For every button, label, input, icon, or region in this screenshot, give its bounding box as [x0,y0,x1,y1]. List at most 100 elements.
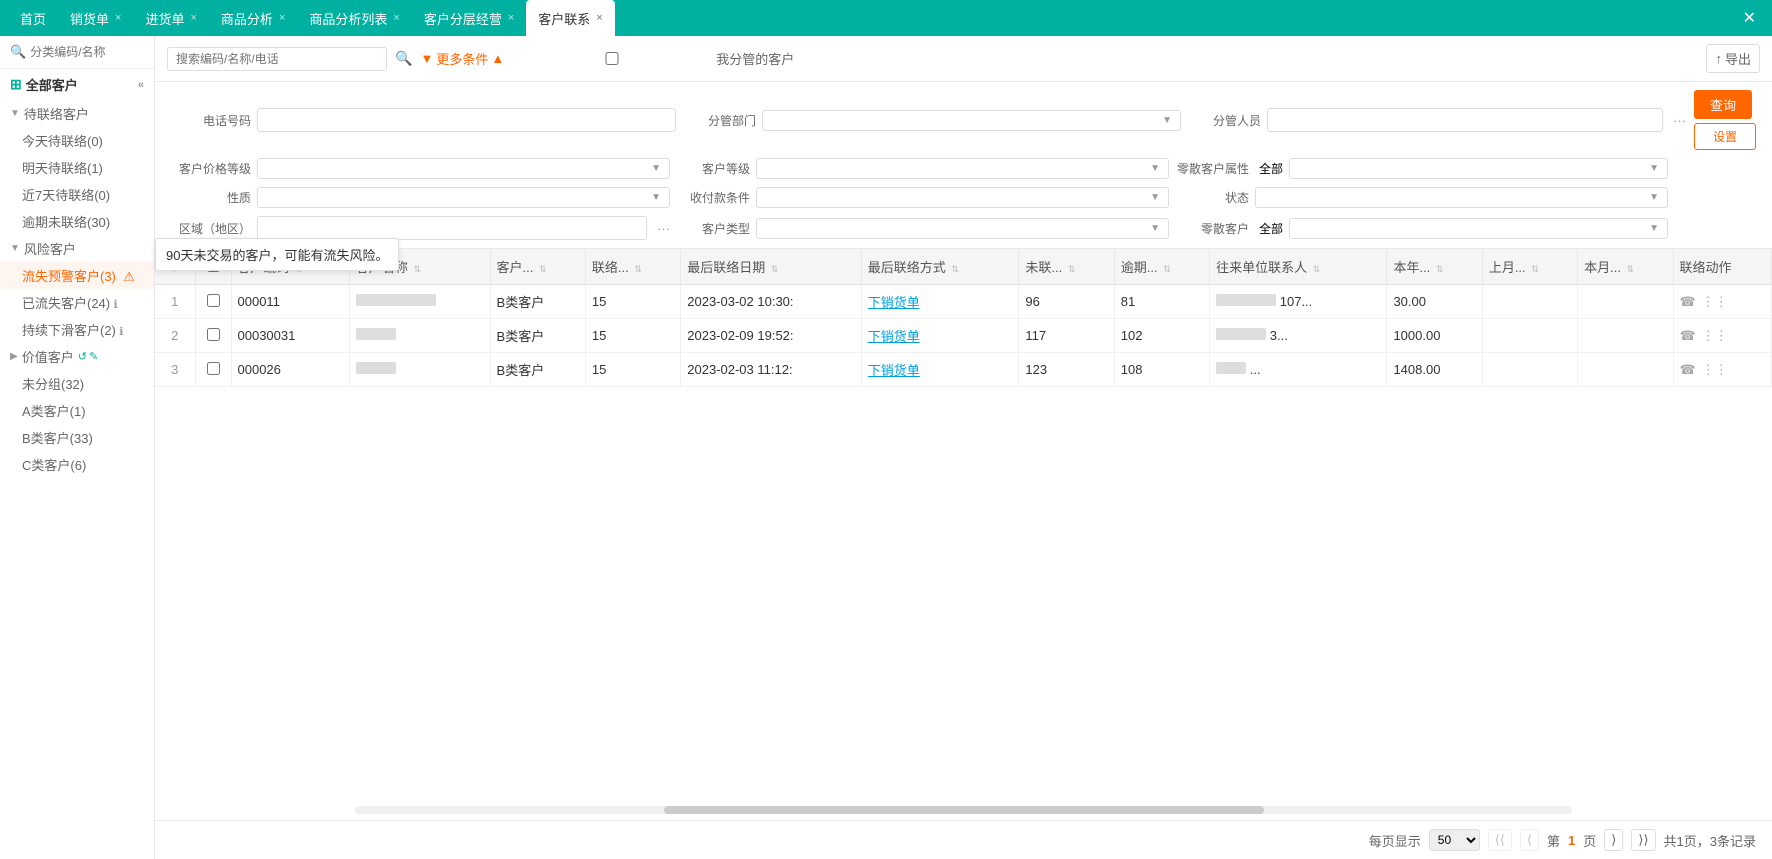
sidebar-item-ungrouped[interactable]: 未分组(32) [0,370,154,397]
type-sort-icon: ⇅ [539,264,547,274]
region-dots-icon[interactable]: ··· [657,221,670,236]
last-page-button[interactable]: ⟩⟩ [1631,829,1655,851]
close-tab-purchase[interactable]: × [190,12,196,24]
horizontal-scrollbar[interactable] [155,802,1772,820]
scrollbar-thumb[interactable] [664,806,1264,814]
filter-search-icon[interactable]: 🔍 [395,50,412,67]
last-date-sort-icon: ⇅ [771,264,779,274]
tab-sales[interactable]: 销货单 × [58,0,133,36]
this-month-column-header[interactable]: 本月... ⇅ [1578,249,1673,285]
settings-button[interactable]: 设置 [1694,123,1756,150]
row2-checkbox[interactable] [195,319,231,353]
sidebar-item-churned[interactable]: 已流失客户(24) ℹ [0,289,154,316]
status-label: 状态 [1169,189,1249,206]
sidebar-group-value[interactable]: ▶ 价值客户 ↺ ✎ [0,343,154,370]
query-button[interactable]: 查询 [1694,90,1752,119]
close-tab-product-analysis[interactable]: × [279,12,285,24]
per-page-select[interactable]: 50 100 200 [1429,829,1480,851]
tooltip-box: 90天未交易的客户，可能有流失风险。 [155,238,399,271]
row2-last-method[interactable]: 下销货单 [861,319,1019,353]
contact-person-column-header[interactable]: 往来单位联系人 ⇅ [1210,249,1387,285]
edit-icon[interactable]: ✎ [89,350,98,363]
row1-not-contact: 96 [1019,285,1114,319]
tab-product-analysis[interactable]: 商品分析 × [209,0,297,36]
sidebar-item-tomorrow[interactable]: 明天待联络(1) [0,154,154,181]
table-area[interactable]: ⚙ 客户编码 ⇅ 客户名称 ⇅ [155,249,1772,802]
nature-select[interactable]: ▼ [257,187,670,208]
my-customers-checkbox-label[interactable]: 我分管的客户 [512,49,794,68]
status-select[interactable]: ▼ [1255,187,1668,208]
last-month-column-header[interactable]: 上月... ⇅ [1482,249,1577,285]
sidebar-item-c-class[interactable]: C类客户(6) [0,451,154,478]
retail-attr-select[interactable]: ▼ [1289,158,1668,179]
row3-check[interactable] [207,362,220,375]
tab-home[interactable]: 首页 [8,0,58,36]
sidebar-item-churn-warning[interactable]: 流失预警客户(3) ⚠ [0,262,154,289]
tab-purchase[interactable]: 进货单 × [133,0,208,36]
sidebar-item-declining[interactable]: 持续下滑客户(2) ℹ [0,316,154,343]
row3-type: B类客户 [490,353,585,387]
sidebar-all-customers[interactable]: ⊞ 全部客户 « [0,69,154,100]
not-contact-column-header[interactable]: 未联... ⇅ [1019,249,1114,285]
scrollbar-track[interactable] [355,806,1572,814]
manager-input[interactable] [1267,108,1663,132]
payment-select[interactable]: ▼ [756,187,1169,208]
row1-check[interactable] [207,294,220,307]
last-method-column-header[interactable]: 最后联络方式 ⇅ [861,249,1019,285]
sidebar-search-input[interactable] [30,45,144,59]
sidebar-item-overdue[interactable]: 逾期未联络(30) [0,208,154,235]
sidebar-item-today[interactable]: 今天待联络(0) [0,127,154,154]
row1-more-icon[interactable]: ⋮⋮ [1702,294,1728,310]
row1-last-method[interactable]: 下销货单 [861,285,1019,319]
sidebar-item-7days[interactable]: 近7天待联络(0) [0,181,154,208]
manager-dots-icon[interactable]: ··· [1673,113,1686,128]
tab-customer-contact[interactable]: 客户联系 × [526,0,614,36]
contact-column-header[interactable]: 联络... ⇅ [585,249,680,285]
grid-icon: ⊞ [10,76,22,93]
this-year-column-header[interactable]: 本年... ⇅ [1387,249,1482,285]
sidebar-item-b-class[interactable]: B类客户(33) [0,424,154,451]
filter-cell-payment: 收付款条件 ▼ [670,187,1169,208]
price-grade-arrow-down-icon: ▼ [651,163,661,174]
row3-last-method[interactable]: 下销货单 [861,353,1019,387]
filter-cell-manager: 分管人员 ··· [1181,108,1686,132]
type-column-header[interactable]: 客户... ⇅ [490,249,585,285]
row3-contact-icon[interactable]: ☎ [1680,362,1696,378]
row1-this-year: 30.00 [1387,285,1482,319]
dept-select[interactable]: ▼ [762,110,1181,131]
row3-action-icons: ☎ ⋮⋮ [1680,362,1765,378]
sidebar-item-a-class[interactable]: A类客户(1) [0,397,154,424]
row2-contact-icon[interactable]: ☎ [1680,328,1696,344]
close-all-tabs[interactable]: ✕ [1735,8,1764,28]
close-tab-product-analysis-list[interactable]: × [393,12,399,24]
next-page-button[interactable]: ⟩ [1604,829,1623,851]
row1-contact-icon[interactable]: ☎ [1680,294,1696,310]
export-button[interactable]: ↑ 导出 [1706,44,1760,73]
retail-select[interactable]: ▼ [1289,218,1668,239]
refresh-icon[interactable]: ↺ [78,350,87,363]
more-conditions-button[interactable]: ▼ 更多条件 ▲ [420,49,504,68]
last-date-column-header[interactable]: 最后联络日期 ⇅ [681,249,861,285]
row1-checkbox[interactable] [195,285,231,319]
phone-input[interactable] [257,108,676,132]
prev-page-button[interactable]: ⟨ [1520,829,1539,851]
price-grade-select[interactable]: ▼ [257,158,670,179]
region-input[interactable] [257,216,647,240]
row2-check[interactable] [207,328,220,341]
tab-product-analysis-list[interactable]: 商品分析列表 × [297,0,411,36]
sidebar-group-pending[interactable]: ▼ 待联络客户 [0,100,154,127]
my-customers-checkbox[interactable] [512,52,712,65]
cust-grade-select[interactable]: ▼ [756,158,1169,179]
tab-customer-tier[interactable]: 客户分层经营 × [412,0,526,36]
row3-more-icon[interactable]: ⋮⋮ [1702,362,1728,378]
close-tab-sales[interactable]: × [115,12,121,24]
sidebar-group-risk[interactable]: ▼ 风险客户 [0,235,154,262]
cust-type-select[interactable]: ▼ [756,218,1169,239]
close-tab-customer-tier[interactable]: × [508,12,514,24]
first-page-button[interactable]: ⟨⟨ [1488,829,1512,851]
row2-more-icon[interactable]: ⋮⋮ [1702,328,1728,344]
search-input[interactable] [167,47,387,71]
row3-checkbox[interactable] [195,353,231,387]
close-tab-customer-contact[interactable]: × [596,12,602,24]
overdue-column-header[interactable]: 逾期... ⇅ [1114,249,1209,285]
